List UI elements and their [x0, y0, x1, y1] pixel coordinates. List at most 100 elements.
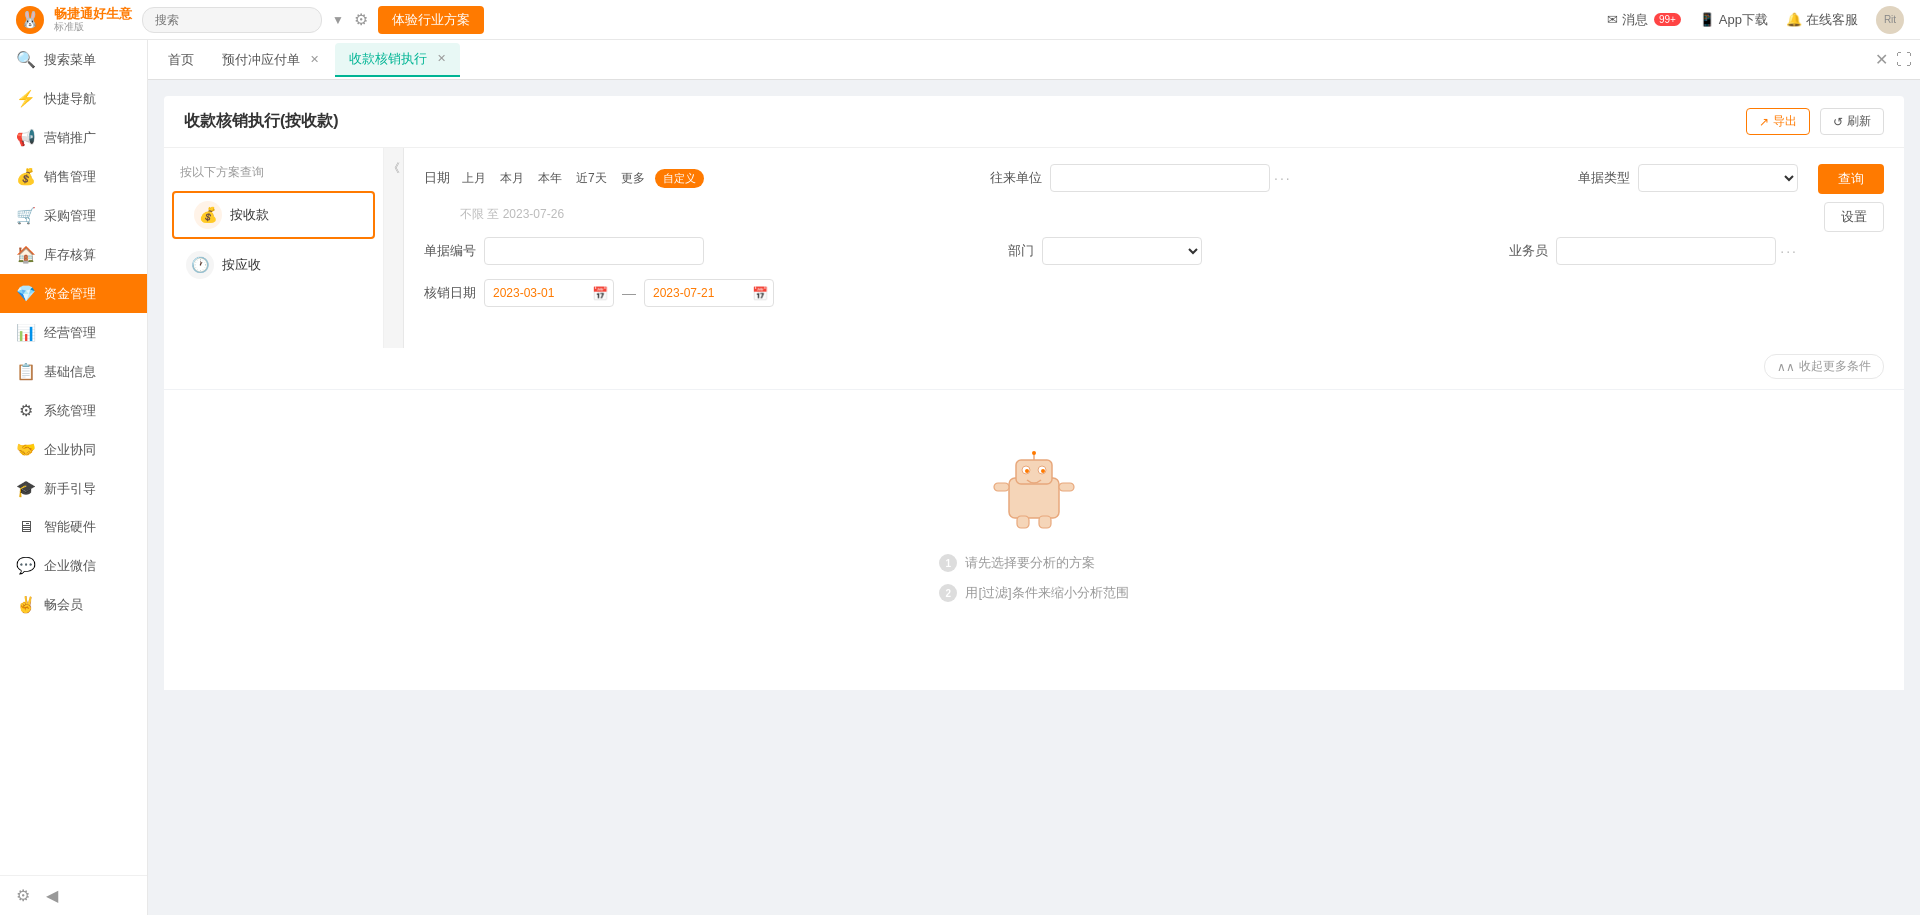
- writeoff-start-cal-icon[interactable]: 📅: [592, 286, 608, 301]
- sidebar-label-inventory: 库存核算: [44, 246, 96, 264]
- message-icon: ✉: [1607, 12, 1618, 27]
- sidebar-icon-member: ✌: [16, 595, 36, 614]
- filter-option-by-receivable[interactable]: 🕐 按应收: [164, 241, 383, 289]
- page-header: 收款核销执行(按收款) ↗ 导出 ↺ 刷新: [164, 96, 1904, 148]
- sidebar-item-marketing[interactable]: 📢 营销推广: [0, 118, 147, 157]
- export-button[interactable]: ↗ 导出: [1746, 108, 1810, 135]
- sidebar-settings-icon[interactable]: ⚙: [16, 886, 30, 905]
- fullscreen-icon[interactable]: ⛶: [1896, 51, 1912, 69]
- sidebar-item-operations[interactable]: 📊 经营管理: [0, 313, 147, 352]
- sidebar-icon-enterprise: 🤝: [16, 440, 36, 459]
- tab-close-prepayment[interactable]: ✕: [310, 53, 319, 66]
- sidebar-item-smart-hardware[interactable]: 🖥 智能硬件: [0, 508, 147, 546]
- filter-option-by-collection[interactable]: 💰 按收款: [172, 191, 375, 239]
- sidebar-icon-sales: 💰: [16, 167, 36, 186]
- voucher-no-input[interactable]: [484, 237, 704, 265]
- industry-solution-button[interactable]: 体验行业方案: [378, 6, 484, 34]
- filter-options-panel: 按以下方案查询 💰 按收款 🕐 按应收: [164, 148, 384, 348]
- sidebar-collapse-icon[interactable]: ◀: [46, 886, 58, 905]
- sidebar-item-quick-nav[interactable]: ⚡ 快捷导航: [0, 79, 147, 118]
- counterparty-select-wrap: ···: [1050, 164, 1292, 192]
- sidebar-item-search[interactable]: 🔍 搜索菜单: [0, 40, 147, 79]
- writeoff-end-cal-icon[interactable]: 📅: [752, 286, 768, 301]
- close-tab-icon[interactable]: ✕: [1875, 50, 1888, 69]
- filter-row-1: 日期 上月 本月 本年 近7天 更多 自定义: [424, 164, 1798, 192]
- filter-settings-button[interactable]: 设置: [1824, 202, 1884, 232]
- date-btn-more[interactable]: 更多: [617, 168, 649, 189]
- content-area: 收款核销执行(按收款) ↗ 导出 ↺ 刷新 按以下方案查询: [148, 80, 1920, 915]
- voucher-type-select[interactable]: [1638, 164, 1798, 192]
- sidebar-item-system[interactable]: ⚙ 系统管理: [0, 391, 147, 430]
- main-area: 首页 预付冲应付单 ✕ 收款核销执行 ✕ ✕ ⛶ 收款核销执行(按收款) ↗ 导…: [148, 40, 1920, 915]
- date-btn-this-month[interactable]: 本月: [496, 168, 528, 189]
- sidebar-item-member[interactable]: ✌ 畅会员: [0, 585, 147, 624]
- tab-prepayment[interactable]: 预付冲应付单 ✕: [208, 43, 333, 77]
- customer-service-button[interactable]: 🔔 在线客服: [1786, 11, 1858, 29]
- collapse-more-row: ∧∧ 收起更多条件: [164, 348, 1904, 389]
- sidebar-icon-purchase: 🛒: [16, 206, 36, 225]
- messages-badge: 99+: [1654, 13, 1681, 26]
- messages-button[interactable]: ✉ 消息 99+: [1607, 11, 1681, 29]
- filter-collapse-button[interactable]: 《: [384, 148, 404, 348]
- top-search-input[interactable]: [142, 7, 322, 33]
- writeoff-start-wrap: 📅: [484, 279, 614, 307]
- sidebar-item-basic-info[interactable]: 📋 基础信息: [0, 352, 147, 391]
- tab-bar: 首页 预付冲应付单 ✕ 收款核销执行 ✕ ✕ ⛶: [148, 40, 1920, 80]
- collapse-more-button[interactable]: ∧∧ 收起更多条件: [1764, 354, 1884, 379]
- sales-select-wrap: ···: [1556, 237, 1798, 265]
- sidebar-label-guide: 新手引导: [44, 480, 96, 498]
- filter-row-2: 单据编号 部门: [424, 237, 1798, 265]
- sidebar-icon-search: 🔍: [16, 50, 36, 69]
- layout: 🔍 搜索菜单 ⚡ 快捷导航 📢 营销推广 💰 销售管理 🛒 采购管理 🏠 库存核…: [0, 40, 1920, 915]
- refresh-button[interactable]: ↺ 刷新: [1820, 108, 1884, 135]
- sidebar-label-operations: 经营管理: [44, 324, 96, 342]
- sidebar-item-wechat[interactable]: 💬 企业微信: [0, 546, 147, 585]
- sidebar-item-guide[interactable]: 🎓 新手引导: [0, 469, 147, 508]
- tab-close-collection-writeoff[interactable]: ✕: [437, 52, 446, 65]
- step-1-circle: 1: [939, 554, 957, 572]
- query-button[interactable]: 查询: [1818, 164, 1884, 194]
- date-btn-7days[interactable]: 近7天: [572, 168, 611, 189]
- tab-collection-writeoff[interactable]: 收款核销执行 ✕: [335, 43, 460, 77]
- sidebar: 🔍 搜索菜单 ⚡ 快捷导航 📢 营销推广 💰 销售管理 🛒 采购管理 🏠 库存核…: [0, 40, 148, 915]
- download-icon: 📱: [1699, 12, 1715, 27]
- user-avatar[interactable]: Rit: [1876, 6, 1904, 34]
- sales-input[interactable]: [1556, 237, 1776, 265]
- date-btn-this-year[interactable]: 本年: [534, 168, 566, 189]
- search-dropdown-arrow[interactable]: ▼: [332, 13, 344, 27]
- empty-step-1: 1 请先选择要分析的方案: [939, 550, 1128, 576]
- writeoff-date-label: 核销日期: [424, 284, 476, 302]
- counterparty-dots[interactable]: ···: [1274, 170, 1292, 186]
- sidebar-label-marketing: 营销推广: [44, 129, 96, 147]
- sidebar-item-inventory[interactable]: 🏠 库存核算: [0, 235, 147, 274]
- sidebar-label-purchase: 采购管理: [44, 207, 96, 225]
- settings-icon[interactable]: ⚙: [354, 10, 368, 29]
- sales-dots[interactable]: ···: [1780, 243, 1798, 259]
- sidebar-item-enterprise[interactable]: 🤝 企业协同: [0, 430, 147, 469]
- svg-rect-10: [1017, 516, 1029, 528]
- filter-options-title: 按以下方案查询: [164, 160, 383, 189]
- date-btn-last-month[interactable]: 上月: [458, 168, 490, 189]
- date-custom-badge[interactable]: 自定义: [655, 169, 704, 188]
- filter-row-3: 核销日期 📅 — 📅: [424, 279, 1798, 307]
- edition-label: 标准版: [54, 21, 132, 33]
- date-range-display: 不限 至 2023-07-26: [460, 206, 1798, 223]
- svg-rect-9: [1059, 483, 1074, 491]
- filter-option-label-by-receivable: 按应收: [222, 256, 261, 274]
- app-download-button[interactable]: 📱 App下载: [1699, 11, 1768, 29]
- tab-label-prepayment: 预付冲应付单: [222, 51, 300, 69]
- empty-step-2: 2 用[过滤]条件来缩小分析范围: [939, 580, 1128, 606]
- svg-rect-11: [1039, 516, 1051, 528]
- voucher-no-field: 单据编号: [424, 237, 704, 265]
- tab-home[interactable]: 首页: [156, 43, 206, 77]
- dept-select[interactable]: [1042, 237, 1202, 265]
- sidebar-icon-smart-hardware: 🖥: [16, 518, 36, 536]
- empty-step-2-text: 用[过滤]条件来缩小分析范围: [965, 580, 1128, 606]
- sidebar-label-search: 搜索菜单: [44, 51, 96, 69]
- sidebar-label-quick-nav: 快捷导航: [44, 90, 96, 108]
- sidebar-item-purchase[interactable]: 🛒 采购管理: [0, 196, 147, 235]
- sidebar-item-funds[interactable]: 💎 资金管理: [0, 274, 147, 313]
- counterparty-input[interactable]: [1050, 164, 1270, 192]
- svg-rect-8: [994, 483, 1009, 491]
- sidebar-item-sales[interactable]: 💰 销售管理: [0, 157, 147, 196]
